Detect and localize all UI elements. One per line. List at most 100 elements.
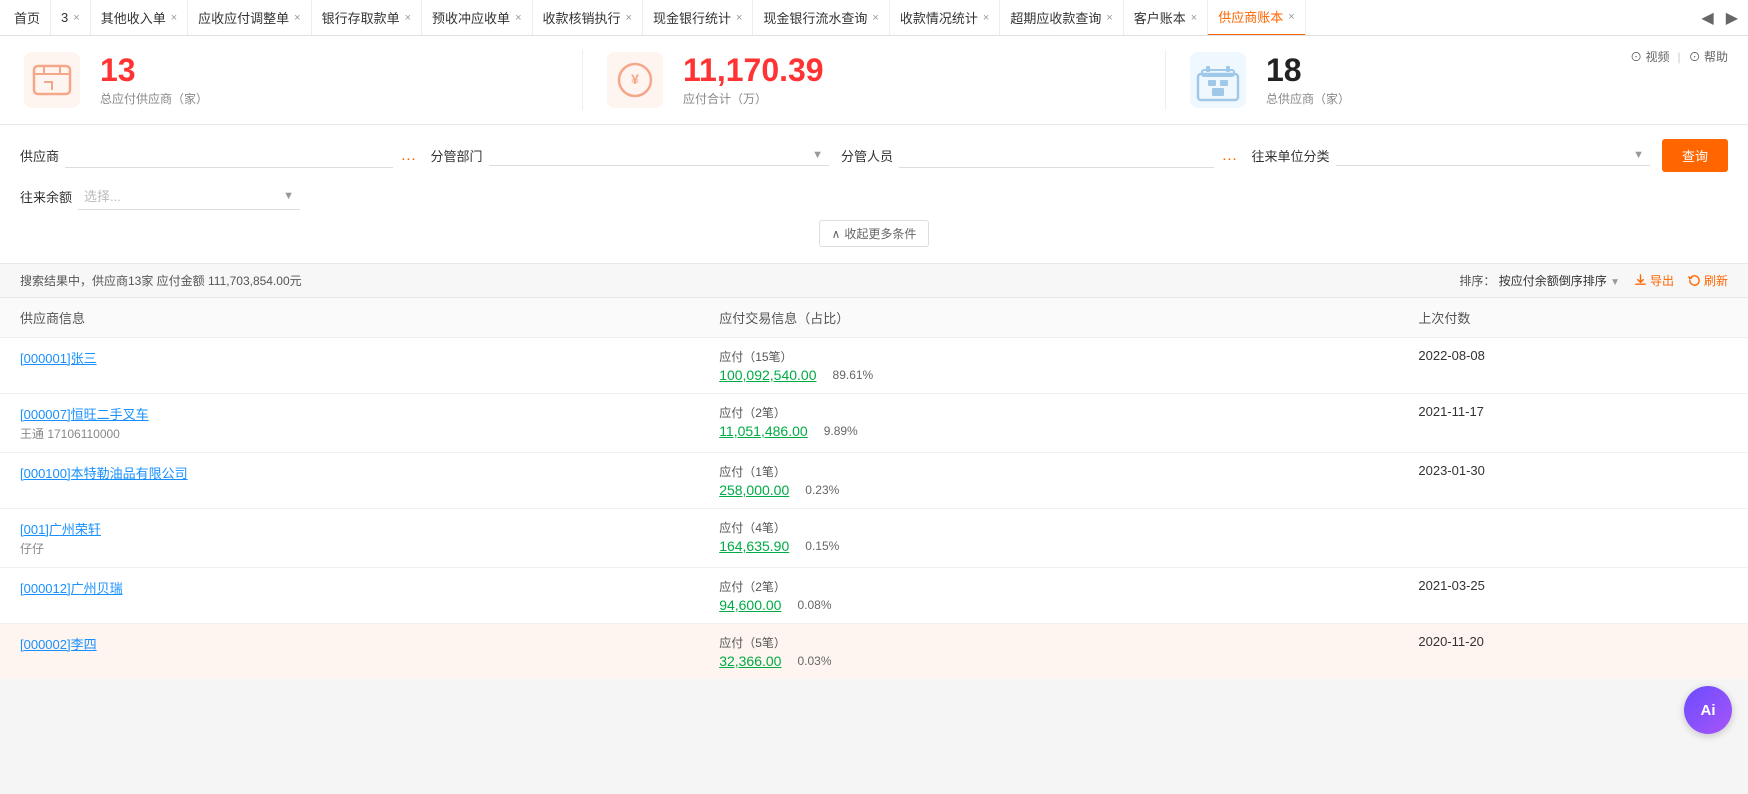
payable-suppliers-number: 13 bbox=[100, 53, 208, 88]
nav-tab-prepaid[interactable]: 预收冲应收单 × bbox=[422, 0, 532, 36]
nav-tab-overdue[interactable]: 超期应收款查询 × bbox=[1000, 0, 1123, 36]
filter-row-1: 供应商 … 分管部门 ▼ 分管人员 … 往来单位分类 ▼ 查询 bbox=[20, 139, 1728, 172]
supplier-filter-label: 供应商 bbox=[20, 146, 59, 165]
last-payment-cell: 2021-03-25 bbox=[1398, 568, 1748, 624]
close-icon[interactable]: × bbox=[515, 12, 521, 24]
close-icon[interactable]: × bbox=[872, 12, 878, 24]
supplier-link[interactable]: [001]广州荣轩 bbox=[20, 522, 101, 537]
payable-info-cell: 应付（1笔）258,000.000.23% bbox=[699, 453, 1398, 509]
close-icon[interactable]: × bbox=[294, 12, 300, 24]
help-link[interactable]: ⊙ 帮助 bbox=[1689, 48, 1728, 65]
table-row: [000007]恒旺二手叉车王通 17106110000应付（2笔）11,051… bbox=[0, 394, 1748, 453]
person-ellipsis-btn[interactable]: … bbox=[1220, 147, 1240, 165]
close-icon[interactable]: × bbox=[171, 12, 177, 24]
collapse-filters-btn[interactable]: ∧ 收起更多条件 bbox=[819, 220, 930, 247]
col-last-payment: 上次付数 bbox=[1398, 298, 1748, 338]
close-icon[interactable]: × bbox=[983, 12, 989, 24]
percentage-value: 89.61% bbox=[833, 368, 874, 382]
amount-value[interactable]: 11,051,486.00 bbox=[719, 423, 808, 439]
supplier-link[interactable]: [000012]广州贝瑞 bbox=[20, 581, 123, 596]
amount-label: 应付（1笔） bbox=[719, 463, 1378, 480]
summary-divider-1 bbox=[582, 50, 583, 110]
close-icon[interactable]: × bbox=[626, 12, 632, 24]
nav-prev-arrow[interactable]: ◀ bbox=[1695, 8, 1719, 28]
supplier-input[interactable] bbox=[65, 144, 392, 168]
nav-tab-bank[interactable]: 银行存取款单 × bbox=[312, 0, 422, 36]
close-icon[interactable]: × bbox=[73, 12, 79, 24]
search-button[interactable]: 查询 bbox=[1662, 139, 1728, 172]
sort-dropdown[interactable]: 按应付余额倒序排序 bbox=[1499, 274, 1607, 288]
amount-value[interactable]: 32,366.00 bbox=[719, 653, 781, 669]
close-icon[interactable]: × bbox=[1191, 12, 1197, 24]
refresh-button[interactable]: 刷新 bbox=[1688, 272, 1728, 289]
summary-item-payable-suppliers: 13 总应付供应商（家） bbox=[20, 48, 562, 112]
nav-tab-customer-ledger[interactable]: 客户账本 × bbox=[1124, 0, 1208, 36]
nav-tab-collection[interactable]: 收款核销执行 × bbox=[533, 0, 643, 36]
chevron-down-icon: ▼ bbox=[283, 190, 294, 202]
chevron-down-icon: ▼ bbox=[812, 149, 823, 161]
dept-filter-label: 分管部门 bbox=[431, 146, 483, 165]
nav-arrows: ◀ ▶ bbox=[1695, 8, 1744, 28]
supplier-info-cell: [001]广州荣轩仔仔 bbox=[0, 509, 699, 568]
refresh-icon bbox=[1688, 274, 1701, 287]
summary-content-3: 18 总供应商（家） bbox=[1266, 53, 1350, 107]
person-input[interactable] bbox=[899, 144, 1213, 168]
amount-value[interactable]: 100,092,540.00 bbox=[719, 367, 816, 383]
contact-info: 王通 17106110000 bbox=[20, 425, 679, 442]
ai-assistant-button[interactable]: Ai bbox=[1684, 686, 1732, 734]
payable-suppliers-label: 总应付供应商（家） bbox=[100, 90, 208, 107]
payable-info-cell: 应付（4笔）164,635.900.15% bbox=[699, 509, 1398, 568]
result-bar: 搜索结果中，供应商13家 应付金额 111,703,854.00元 排序： 按应… bbox=[0, 264, 1748, 298]
table-row: [000012]广州贝瑞应付（2笔）94,600.000.08%2021-03-… bbox=[0, 568, 1748, 624]
amount-value[interactable]: 258,000.00 bbox=[719, 482, 789, 498]
supplier-link[interactable]: [000100]本特勒油品有限公司 bbox=[20, 466, 188, 481]
balance-select[interactable]: 选择... ▼ bbox=[78, 182, 300, 210]
nav-tab-other-income[interactable]: 其他收入单 × bbox=[91, 0, 188, 36]
table-header: 供应商信息 应付交易信息（占比） 上次付数 bbox=[0, 298, 1748, 338]
amount-label: 应付（5笔） bbox=[719, 634, 1378, 651]
summary-content-1: 13 总应付供应商（家） bbox=[100, 53, 208, 107]
payable-info-cell: 应付（15笔）100,092,540.0089.61% bbox=[699, 338, 1398, 394]
amount-value[interactable]: 94,600.00 bbox=[719, 597, 781, 613]
supplier-link[interactable]: [000007]恒旺二手叉车 bbox=[20, 407, 149, 422]
video-link[interactable]: ⊙ 视频 bbox=[1630, 48, 1669, 65]
category-select[interactable]: ▼ bbox=[1336, 145, 1650, 166]
percentage-value: 9.89% bbox=[824, 424, 858, 438]
supplier-ellipsis-btn[interactable]: … bbox=[399, 147, 419, 165]
supplier-link[interactable]: [000001]张三 bbox=[20, 351, 97, 366]
amount-value[interactable]: 164,635.90 bbox=[719, 538, 789, 554]
close-icon[interactable]: × bbox=[736, 12, 742, 24]
person-filter-label: 分管人员 bbox=[841, 146, 893, 165]
total-suppliers-label: 总供应商（家） bbox=[1266, 90, 1350, 107]
nav-tab-payment-stat[interactable]: 收款情况统计 × bbox=[890, 0, 1000, 36]
nav-tab-cash-stat[interactable]: 现金银行统计 × bbox=[643, 0, 753, 36]
last-payment-cell: 2021-11-17 bbox=[1398, 394, 1748, 453]
last-payment-cell bbox=[1398, 509, 1748, 568]
payable-total-number: 11,170.39 bbox=[683, 53, 824, 88]
supplier-link[interactable]: [000002]李四 bbox=[20, 637, 97, 652]
amount-label: 应付（4笔） bbox=[719, 519, 1378, 536]
table-row: [000100]本特勒油品有限公司应付（1笔）258,000.000.23%20… bbox=[0, 453, 1748, 509]
export-icon bbox=[1634, 274, 1647, 287]
summary-content-2: 11,170.39 应付合计（万） bbox=[683, 53, 824, 107]
right-actions: 排序： 按应付余额倒序排序 ▼ 导出 刷新 bbox=[1459, 272, 1728, 289]
percentage-value: 0.08% bbox=[797, 598, 831, 612]
contact-info: 仔仔 bbox=[20, 540, 679, 557]
close-icon[interactable]: × bbox=[1106, 12, 1112, 24]
close-icon[interactable]: × bbox=[1288, 11, 1294, 23]
filter-row-2: 往来余额 选择... ▼ bbox=[20, 182, 1728, 210]
close-icon[interactable]: × bbox=[405, 12, 411, 24]
export-button[interactable]: 导出 bbox=[1634, 272, 1674, 289]
balance-filter-label: 往来余额 bbox=[20, 187, 72, 206]
dept-select[interactable]: ▼ bbox=[489, 145, 829, 166]
nav-tab-adjustment[interactable]: 应收应付调整单 × bbox=[188, 0, 311, 36]
table-scroll-area[interactable]: 供应商信息 应付交易信息（占比） 上次付数 [000001]张三应付（15笔）1… bbox=[0, 298, 1748, 679]
supplier-payable-icon bbox=[20, 48, 84, 112]
nav-next-arrow[interactable]: ▶ bbox=[1720, 8, 1744, 28]
summary-bar: 13 总应付供应商（家） ¥ 11,170.39 应付合计（万） bbox=[0, 36, 1748, 125]
nav-tab-1[interactable]: 3 × bbox=[51, 0, 91, 36]
total-suppliers-number: 18 bbox=[1266, 53, 1350, 88]
nav-tab-cash-flow[interactable]: 现金银行流水查询 × bbox=[753, 0, 889, 36]
nav-tab-home[interactable]: 首页 bbox=[4, 0, 51, 36]
nav-tab-supplier-ledger[interactable]: 供应商账本 × bbox=[1208, 0, 1305, 36]
